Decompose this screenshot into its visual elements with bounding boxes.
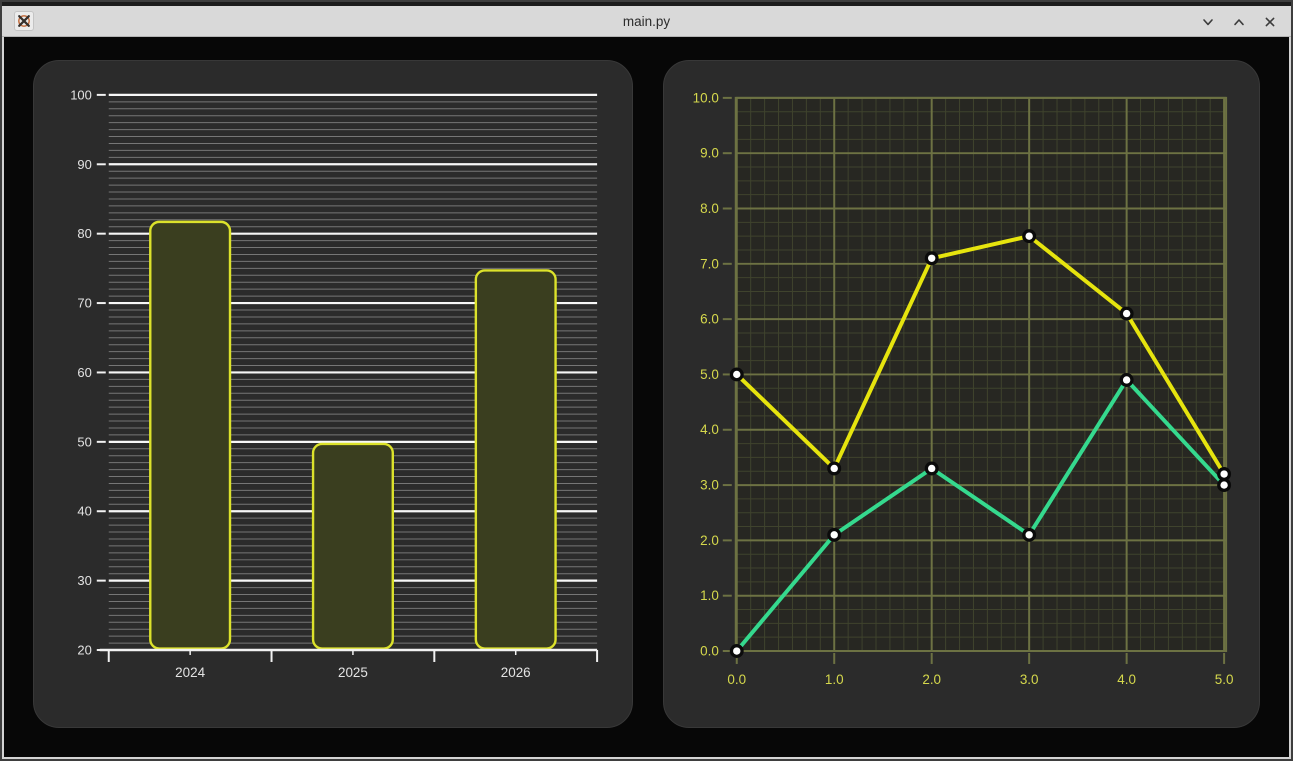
bar-2026	[474, 269, 557, 650]
svg-text:100: 100	[70, 87, 92, 102]
point-core-series-yellow-2	[928, 254, 936, 262]
point-core-series-green-5	[1220, 481, 1228, 489]
svg-text:30: 30	[77, 573, 91, 588]
svg-text:80: 80	[77, 226, 91, 241]
svg-text:2.0: 2.0	[922, 672, 941, 687]
svg-text:20: 20	[77, 643, 91, 658]
x-axis: 2024 2025 2026	[99, 648, 599, 680]
line-chart: 0.0 1.0 2.0 3.0 4.0 5.0 0.0 1.0 2.0 3.0 4.0 5.0 6.0 7…	[693, 90, 1234, 687]
svg-text:7.0: 7.0	[700, 256, 719, 271]
line-chart-panel: 0.0 1.0 2.0 3.0 4.0 5.0 0.0 1.0 2.0 3.0 4.0 5.0 6.0 7…	[663, 60, 1260, 728]
window-controls	[1197, 6, 1281, 37]
y-axis-labels: 20 30 40 50 60 70 80 90 100	[70, 87, 106, 658]
svg-text:6.0: 6.0	[700, 312, 719, 327]
svg-text:90: 90	[77, 157, 91, 172]
point-core-series-green-0	[733, 647, 741, 655]
app-window: main.py 20 30 40 50 60 70 80 90 100 2024…	[0, 0, 1293, 761]
svg-text:1.0: 1.0	[700, 588, 719, 603]
svg-text:2024: 2024	[175, 665, 205, 680]
point-core-series-green-3	[1025, 531, 1033, 539]
maximize-button[interactable]	[1228, 11, 1250, 33]
minimize-button[interactable]	[1197, 11, 1219, 33]
window-client-area: 20 30 40 50 60 70 80 90 100 2024 2025 2026 0.0 1.0 2.…	[2, 37, 1291, 759]
svg-text:5.0: 5.0	[700, 367, 719, 382]
svg-text:2025: 2025	[338, 665, 368, 680]
point-core-series-yellow-3	[1025, 232, 1033, 240]
bar-2025	[311, 442, 394, 650]
svg-text:0.0: 0.0	[727, 672, 746, 687]
svg-text:40: 40	[77, 504, 91, 519]
chevron-down-icon	[1203, 18, 1213, 25]
svg-text:2.0: 2.0	[700, 533, 719, 548]
point-core-series-green-2	[928, 464, 936, 473]
point-core-series-yellow-4	[1122, 309, 1131, 318]
svg-text:9.0: 9.0	[700, 146, 719, 161]
bar-chart-panel: 20 30 40 50 60 70 80 90 100 2024 2025 2026	[33, 60, 633, 728]
window-title: main.py	[622, 13, 671, 29]
svg-text:50: 50	[77, 434, 91, 449]
point-core-series-yellow-5	[1220, 470, 1228, 478]
x-axis-labels: 0.0 1.0 2.0 3.0 4.0 5.0	[727, 652, 1234, 687]
svg-text:3.0: 3.0	[700, 478, 719, 493]
svg-text:70: 70	[77, 296, 91, 311]
chevron-up-icon	[1234, 18, 1244, 25]
bar-chart: 20 30 40 50 60 70 80 90 100 2024 2025 2026	[70, 87, 599, 680]
svg-text:1.0: 1.0	[825, 672, 844, 687]
close-icon	[1265, 17, 1275, 26]
svg-text:5.0: 5.0	[1215, 672, 1234, 687]
svg-text:10.0: 10.0	[693, 90, 719, 105]
bar-2024	[149, 220, 232, 650]
y-axis-labels: 0.0 1.0 2.0 3.0 4.0 5.0 6.0 7.0 8.0 9.0 10.0	[693, 90, 732, 658]
screen: main.py 20 30 40 50 60 70 80 90 100 2024…	[0, 0, 1293, 761]
close-button[interactable]	[1259, 11, 1281, 33]
svg-text:8.0: 8.0	[700, 201, 719, 216]
svg-text:3.0: 3.0	[1020, 672, 1039, 687]
titlebar[interactable]: main.py	[2, 6, 1291, 37]
point-core-series-yellow-0	[733, 370, 741, 379]
point-core-series-green-1	[830, 531, 838, 539]
svg-text:4.0: 4.0	[1117, 672, 1136, 687]
svg-text:0.0: 0.0	[700, 643, 719, 658]
point-core-series-yellow-1	[830, 464, 838, 473]
point-core-series-green-4	[1122, 376, 1131, 384]
svg-text:4.0: 4.0	[700, 422, 719, 437]
svg-text:2026: 2026	[501, 665, 531, 680]
window-inner-frame: main.py 20 30 40 50 60 70 80 90 100 2024…	[2, 2, 1291, 759]
svg-text:60: 60	[77, 365, 91, 380]
